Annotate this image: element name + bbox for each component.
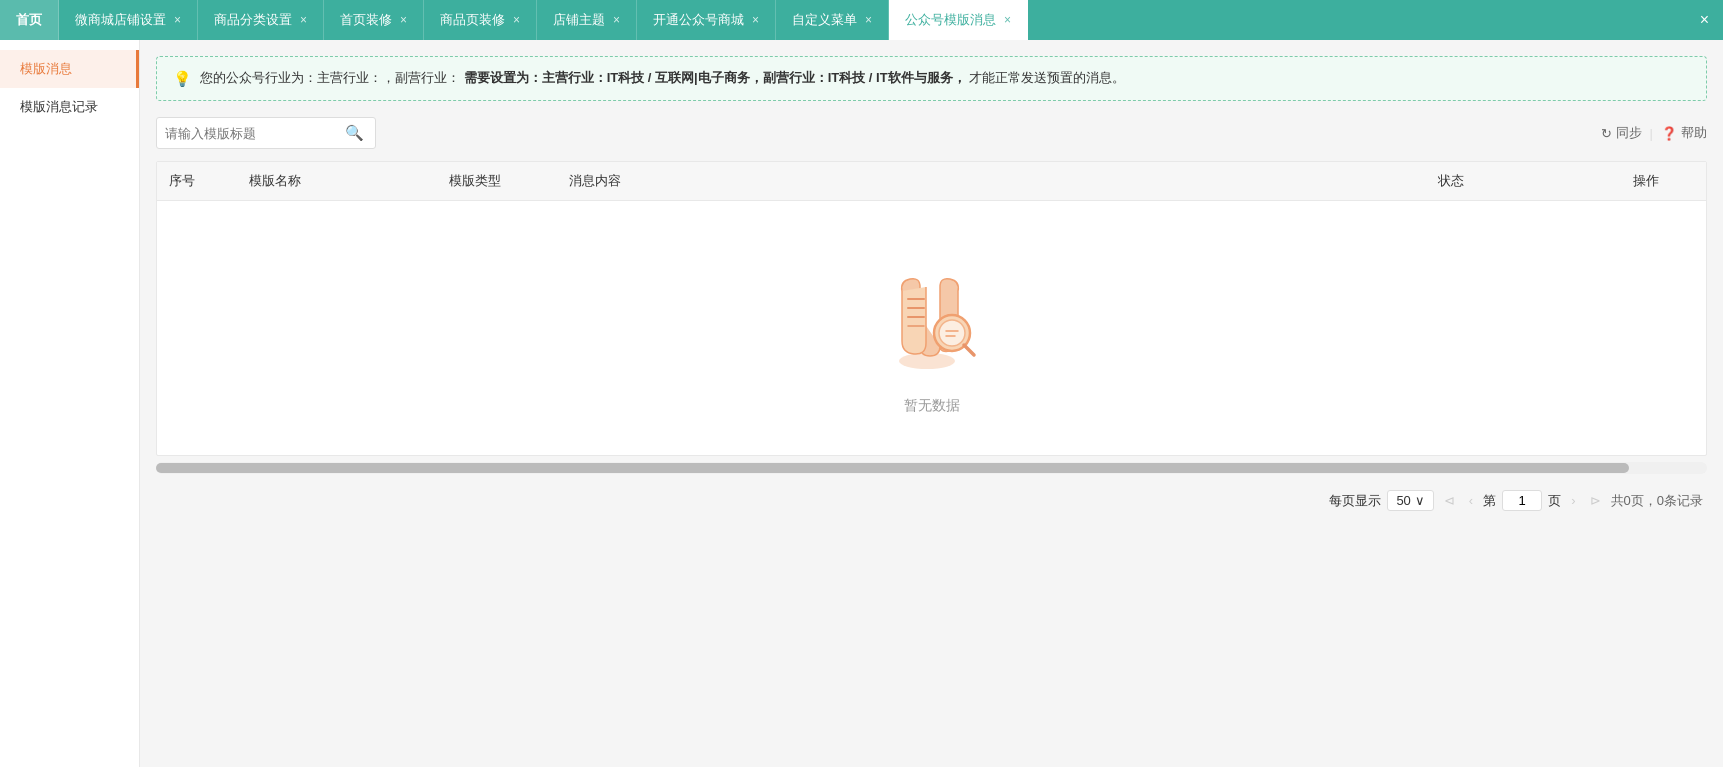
empty-text: 暂无数据 [904, 397, 960, 415]
tab-store-theme[interactable]: 店铺主题× [537, 0, 637, 40]
tab-product-decor[interactable]: 商品页装修× [424, 0, 537, 40]
help-icon: ❓ [1661, 126, 1677, 141]
tab-close-template-msg[interactable]: × [1004, 13, 1011, 27]
col-status: 状态 [1426, 162, 1586, 200]
search-input-wrap[interactable]: 🔍 [156, 117, 376, 149]
tab-custom-menu[interactable]: 自定义菜单× [776, 0, 889, 40]
sync-button[interactable]: ↻ 同步 [1601, 124, 1642, 142]
tab-close-open-mall[interactable]: × [752, 13, 759, 27]
first-page-button[interactable]: ⊲ [1440, 491, 1459, 510]
content-area: 💡 您的公众号行业为：主营行业：，副营行业： 需要设置为：主营行业：IT科技 /… [140, 40, 1723, 767]
divider: | [1650, 126, 1653, 141]
tab-category-settings[interactable]: 商品分类设置× [198, 0, 324, 40]
per-page-select[interactable]: 50 ∨ [1387, 490, 1433, 511]
tab-store-settings[interactable]: 微商城店铺设置× [59, 0, 198, 40]
tab-close-store-theme[interactable]: × [613, 13, 620, 27]
close-all-button[interactable]: × [1686, 0, 1723, 40]
prev-page-button[interactable]: ‹ [1465, 491, 1477, 510]
tab-home[interactable]: 首页 [0, 0, 59, 40]
scrollbar-thumb[interactable] [156, 463, 1629, 473]
tab-template-msg[interactable]: 公众号模版消息× [889, 0, 1028, 40]
page-total: 共0页，0条记录 [1611, 492, 1703, 510]
page-unit: 页 [1548, 492, 1561, 510]
empty-state: 暂无数据 [157, 201, 1706, 455]
empty-illustration [872, 261, 992, 381]
col-type: 模版类型 [437, 162, 557, 200]
sidebar: 模版消息模版消息记录 [0, 40, 140, 767]
search-bar: 🔍 ↻ 同步 | ❓ 帮助 [156, 117, 1707, 149]
svg-line-7 [964, 345, 974, 355]
tab-open-mall[interactable]: 开通公众号商城× [637, 0, 776, 40]
horizontal-scrollbar[interactable] [156, 462, 1707, 474]
table-header: 序号 模版名称 模版类型 消息内容 状态 操作 [157, 162, 1706, 201]
per-page-label: 每页显示 [1329, 492, 1381, 510]
tab-close-store-settings[interactable]: × [174, 13, 181, 27]
col-content: 消息内容 [557, 162, 1426, 200]
col-seq: 序号 [157, 162, 237, 200]
data-table: 序号 模版名称 模版类型 消息内容 状态 操作 [156, 161, 1707, 456]
top-nav: 首页微商城店铺设置×商品分类设置×首页装修×商品页装修×店铺主题×开通公众号商城… [0, 0, 1723, 40]
notice-icon: 💡 [173, 70, 192, 88]
col-action: 操作 [1586, 162, 1706, 200]
toolbar-right: ↻ 同步 | ❓ 帮助 [1601, 124, 1707, 142]
next-page-button[interactable]: › [1567, 491, 1579, 510]
main-layout: 模版消息模版消息记录 💡 您的公众号行业为：主营行业：，副营行业： 需要设置为：… [0, 40, 1723, 767]
chevron-down-icon: ∨ [1415, 493, 1425, 508]
col-name: 模版名称 [237, 162, 437, 200]
help-button[interactable]: ❓ 帮助 [1661, 124, 1707, 142]
sidebar-item-template-msg-log[interactable]: 模版消息记录 [0, 88, 139, 126]
page-label: 第 [1483, 492, 1496, 510]
tab-home-decor[interactable]: 首页装修× [324, 0, 424, 40]
sidebar-item-template-msg[interactable]: 模版消息 [0, 50, 139, 88]
svg-point-6 [939, 320, 965, 346]
sync-icon: ↻ [1601, 126, 1612, 141]
tab-close-category-settings[interactable]: × [300, 13, 307, 27]
tab-close-custom-menu[interactable]: × [865, 13, 872, 27]
notice-text: 您的公众号行业为：主营行业：，副营行业： 需要设置为：主营行业：IT科技 / 互… [200, 69, 1125, 87]
pagination: 每页显示 50 ∨ ⊲ ‹ 第 页 › ⊳ 共0页，0条记录 [156, 480, 1707, 521]
search-icon[interactable]: 🔍 [345, 124, 364, 142]
page-input[interactable] [1502, 490, 1542, 511]
search-input[interactable] [165, 126, 345, 141]
last-page-button[interactable]: ⊳ [1586, 491, 1605, 510]
tab-close-product-decor[interactable]: × [513, 13, 520, 27]
tab-close-home-decor[interactable]: × [400, 13, 407, 27]
notice-box: 💡 您的公众号行业为：主营行业：，副营行业： 需要设置为：主营行业：IT科技 /… [156, 56, 1707, 101]
